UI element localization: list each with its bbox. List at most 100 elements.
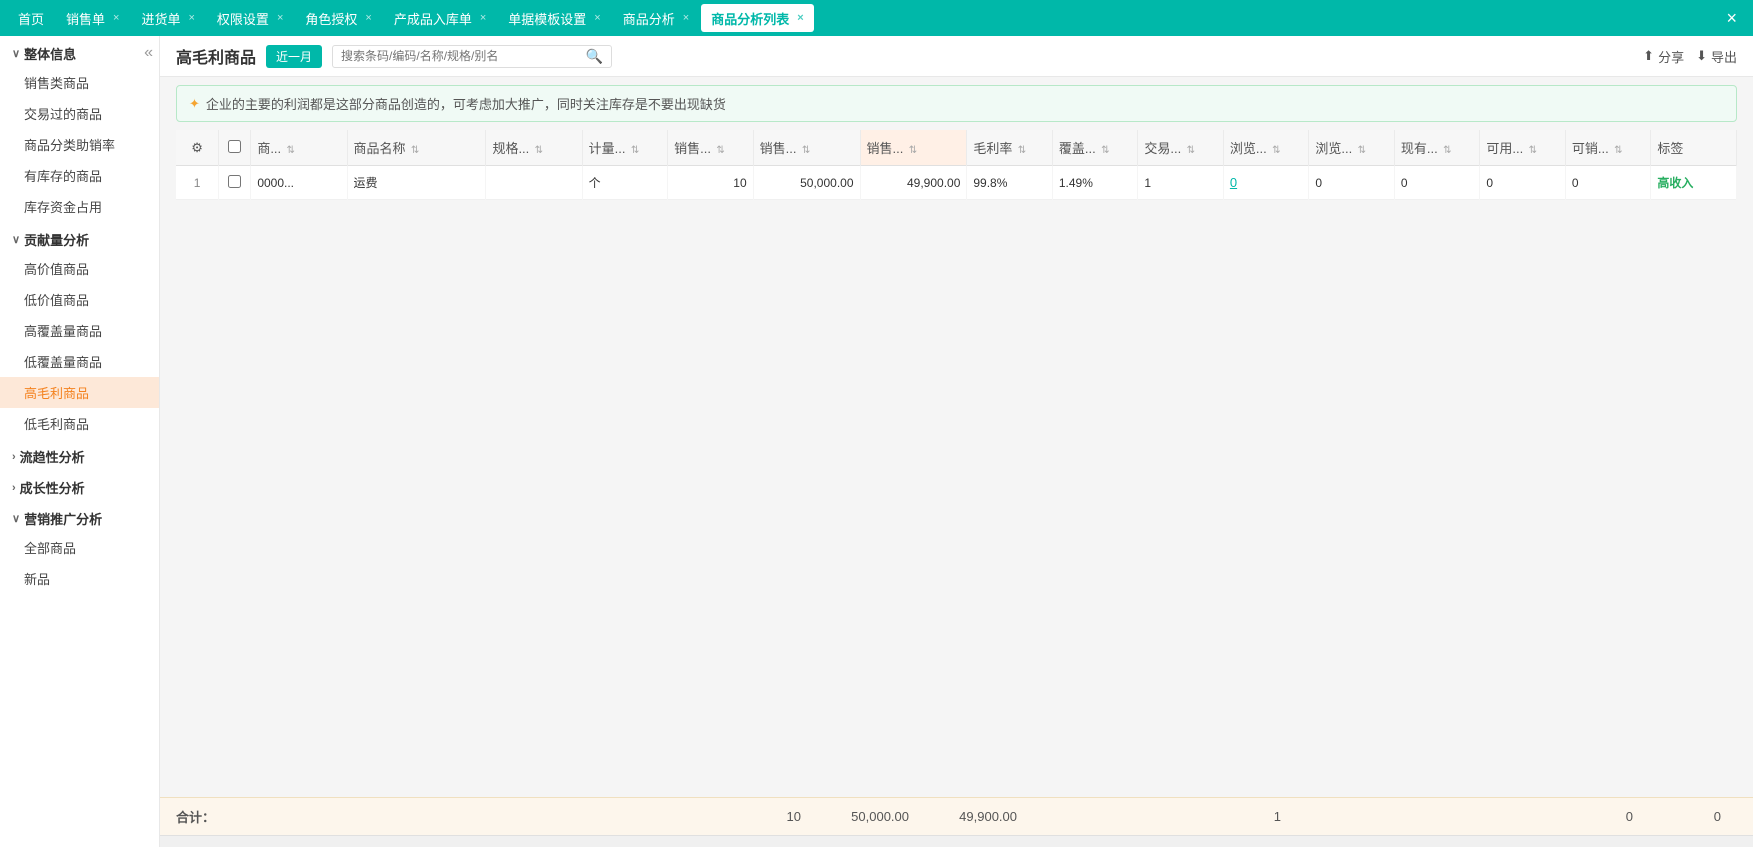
share-button[interactable]: ⬆ 分享 [1643, 47, 1684, 66]
tab-permission[interactable]: 权限设置 × [207, 4, 293, 32]
close-icon[interactable]: × [683, 12, 689, 24]
gear-icon[interactable]: ⚙ [191, 140, 203, 155]
col-header-gear[interactable]: ⚙ [176, 130, 219, 166]
sidebar-group-marketing[interactable]: ∨ 营销推广分析 [0, 501, 159, 532]
col-header-sales-amt[interactable]: 销售... ⇅ [753, 130, 860, 166]
row-browse1[interactable]: 0 [1223, 166, 1309, 200]
col-header-gross-rate[interactable]: 毛利率 ⇅ [967, 130, 1053, 166]
close-icon[interactable]: × [797, 12, 803, 24]
col-header-unit[interactable]: 计量... ⇅ [582, 130, 668, 166]
window-close-button[interactable]: × [1718, 8, 1745, 29]
sidebar-item-high-coverage[interactable]: 高覆盖量商品 [0, 315, 159, 346]
export-button[interactable]: ⬇ 导出 [1696, 47, 1737, 66]
col-header-trade[interactable]: 交易... ⇅ [1138, 130, 1224, 166]
chevron-down-icon: ∨ [12, 233, 20, 246]
sort-icon[interactable]: ⇅ [631, 145, 639, 156]
close-icon[interactable]: × [277, 12, 283, 24]
chevron-down-icon: ∨ [12, 47, 20, 60]
sidebar-item-high-margin[interactable]: 高毛利商品 [0, 377, 159, 408]
col-header-code[interactable]: 商... ⇅ [251, 130, 347, 166]
col-header-stock2[interactable]: 可用... ⇅ [1480, 130, 1566, 166]
row-checkbox[interactable] [228, 175, 241, 188]
search-icon[interactable]: 🔍 [586, 48, 603, 65]
sort-icon[interactable]: ⇅ [909, 145, 917, 156]
sort-icon[interactable]: ⇅ [1358, 145, 1366, 156]
row-stock3: 0 [1565, 166, 1651, 200]
sort-icon[interactable]: ⇅ [716, 145, 724, 156]
col-header-sales-qty[interactable]: 销售... ⇅ [668, 130, 754, 166]
sidebar-item-sales-goods[interactable]: 销售类商品 [0, 67, 159, 98]
banner-text: 企业的主要的利润都是这部分商品创造的，可考虑加大推广，同时关注库存是不要出现缺货 [206, 94, 726, 113]
row-checkbox-cell[interactable] [219, 166, 251, 200]
sort-icon[interactable]: ⇅ [1443, 145, 1451, 156]
sidebar-item-new-goods[interactable]: 新品 [0, 563, 159, 594]
footer-sales-qty: 10 [727, 809, 807, 824]
sidebar-item-high-value[interactable]: 高价值商品 [0, 253, 159, 284]
select-all-checkbox[interactable] [228, 140, 241, 153]
search-input[interactable] [341, 49, 582, 63]
table-row: 1 0000... 运费 个 10 50,000.00 49,900.00 99… [176, 166, 1737, 200]
sort-icon[interactable]: ⇅ [1187, 145, 1195, 156]
tab-purchase[interactable]: 进货单 × [131, 4, 204, 32]
filter-button[interactable]: 近一月 [266, 45, 322, 68]
sidebar-item-low-margin[interactable]: 低毛利商品 [0, 408, 159, 439]
col-header-browse2[interactable]: 浏览... ⇅ [1309, 130, 1395, 166]
col-header-tag[interactable]: 标签 [1651, 130, 1737, 166]
sidebar-group-overall[interactable]: ∨ 整体信息 [0, 36, 159, 67]
search-box[interactable]: 🔍 [332, 45, 612, 68]
sidebar-collapse-button[interactable]: « [144, 44, 153, 62]
row-trade: 1 [1138, 166, 1224, 200]
sort-icon[interactable]: ⇅ [287, 145, 295, 156]
sort-icon[interactable]: ⇅ [1529, 145, 1537, 156]
sidebar-item-low-coverage[interactable]: 低覆盖量商品 [0, 346, 159, 377]
col-header-spec[interactable]: 规格... ⇅ [486, 130, 582, 166]
col-header-name[interactable]: 商品名称 ⇅ [347, 130, 486, 166]
col-header-stock1[interactable]: 现有... ⇅ [1394, 130, 1480, 166]
sidebar-group-contribution[interactable]: ∨ 贡献量分析 [0, 222, 159, 253]
sort-icon[interactable]: ⇅ [802, 145, 810, 156]
sort-icon[interactable]: ⇅ [1018, 145, 1026, 156]
topbar: 首页 销售单 × 进货单 × 权限设置 × 角色授权 × 产成品入库单 × 单据… [0, 0, 1753, 36]
row-unit: 个 [582, 166, 668, 200]
sidebar-item-all-goods[interactable]: 全部商品 [0, 532, 159, 563]
tab-role[interactable]: 角色授权 × [295, 4, 381, 32]
sidebar-item-stock-capital[interactable]: 库存资金占用 [0, 191, 159, 222]
close-icon[interactable]: × [188, 12, 194, 24]
tab-analysis-list[interactable]: 商品分析列表 × [701, 4, 813, 32]
sidebar-item-in-stock[interactable]: 有库存的商品 [0, 160, 159, 191]
row-coverage: 1.49% [1052, 166, 1138, 200]
sidebar-item-low-value[interactable]: 低价值商品 [0, 284, 159, 315]
sidebar-group-flow[interactable]: › 流趋性分析 [0, 439, 159, 470]
sort-icon[interactable]: ⇅ [411, 145, 419, 156]
row-stock1: 0 [1394, 166, 1480, 200]
sort-icon[interactable]: ⇅ [535, 145, 543, 156]
close-icon[interactable]: × [480, 12, 486, 24]
close-icon[interactable]: × [365, 12, 371, 24]
tab-analysis[interactable]: 商品分析 × [613, 4, 699, 32]
table-container: ⚙ 商... ⇅ 商品名称 ⇅ [160, 130, 1753, 797]
sort-icon[interactable]: ⇅ [1272, 145, 1280, 156]
close-icon[interactable]: × [594, 12, 600, 24]
sidebar-item-category-rate[interactable]: 商品分类助销率 [0, 129, 159, 160]
col-header-sales-gross[interactable]: 销售... ⇅ [860, 130, 967, 166]
chevron-right-icon: › [12, 451, 16, 463]
tab-template[interactable]: 单据模板设置 × [498, 4, 610, 32]
export-icon: ⬇ [1696, 48, 1707, 64]
browse1-link[interactable]: 0 [1230, 175, 1237, 190]
col-header-coverage[interactable]: 覆盖... ⇅ [1052, 130, 1138, 166]
page-title: 高毛利商品 [176, 44, 256, 68]
col-header-stock3[interactable]: 可销... ⇅ [1565, 130, 1651, 166]
sidebar-item-traded-goods[interactable]: 交易过的商品 [0, 98, 159, 129]
sidebar-group-growth[interactable]: › 成长性分析 [0, 470, 159, 501]
tab-home[interactable]: 首页 [8, 4, 54, 32]
tab-production[interactable]: 产成品入库单 × [384, 4, 496, 32]
horizontal-scrollbar[interactable] [160, 835, 1753, 847]
sidebar: « ∨ 整体信息 销售类商品 交易过的商品 商品分类助销率 有库存的商品 库存资… [0, 36, 160, 847]
col-header-browse1[interactable]: 浏览... ⇅ [1223, 130, 1309, 166]
close-icon[interactable]: × [113, 12, 119, 24]
tab-sales[interactable]: 销售单 × [56, 4, 129, 32]
row-spec [486, 166, 582, 200]
sort-icon[interactable]: ⇅ [1101, 145, 1109, 156]
sort-icon[interactable]: ⇅ [1614, 145, 1622, 156]
content-header: 高毛利商品 近一月 🔍 ⬆ 分享 ⬇ 导出 [160, 36, 1753, 77]
